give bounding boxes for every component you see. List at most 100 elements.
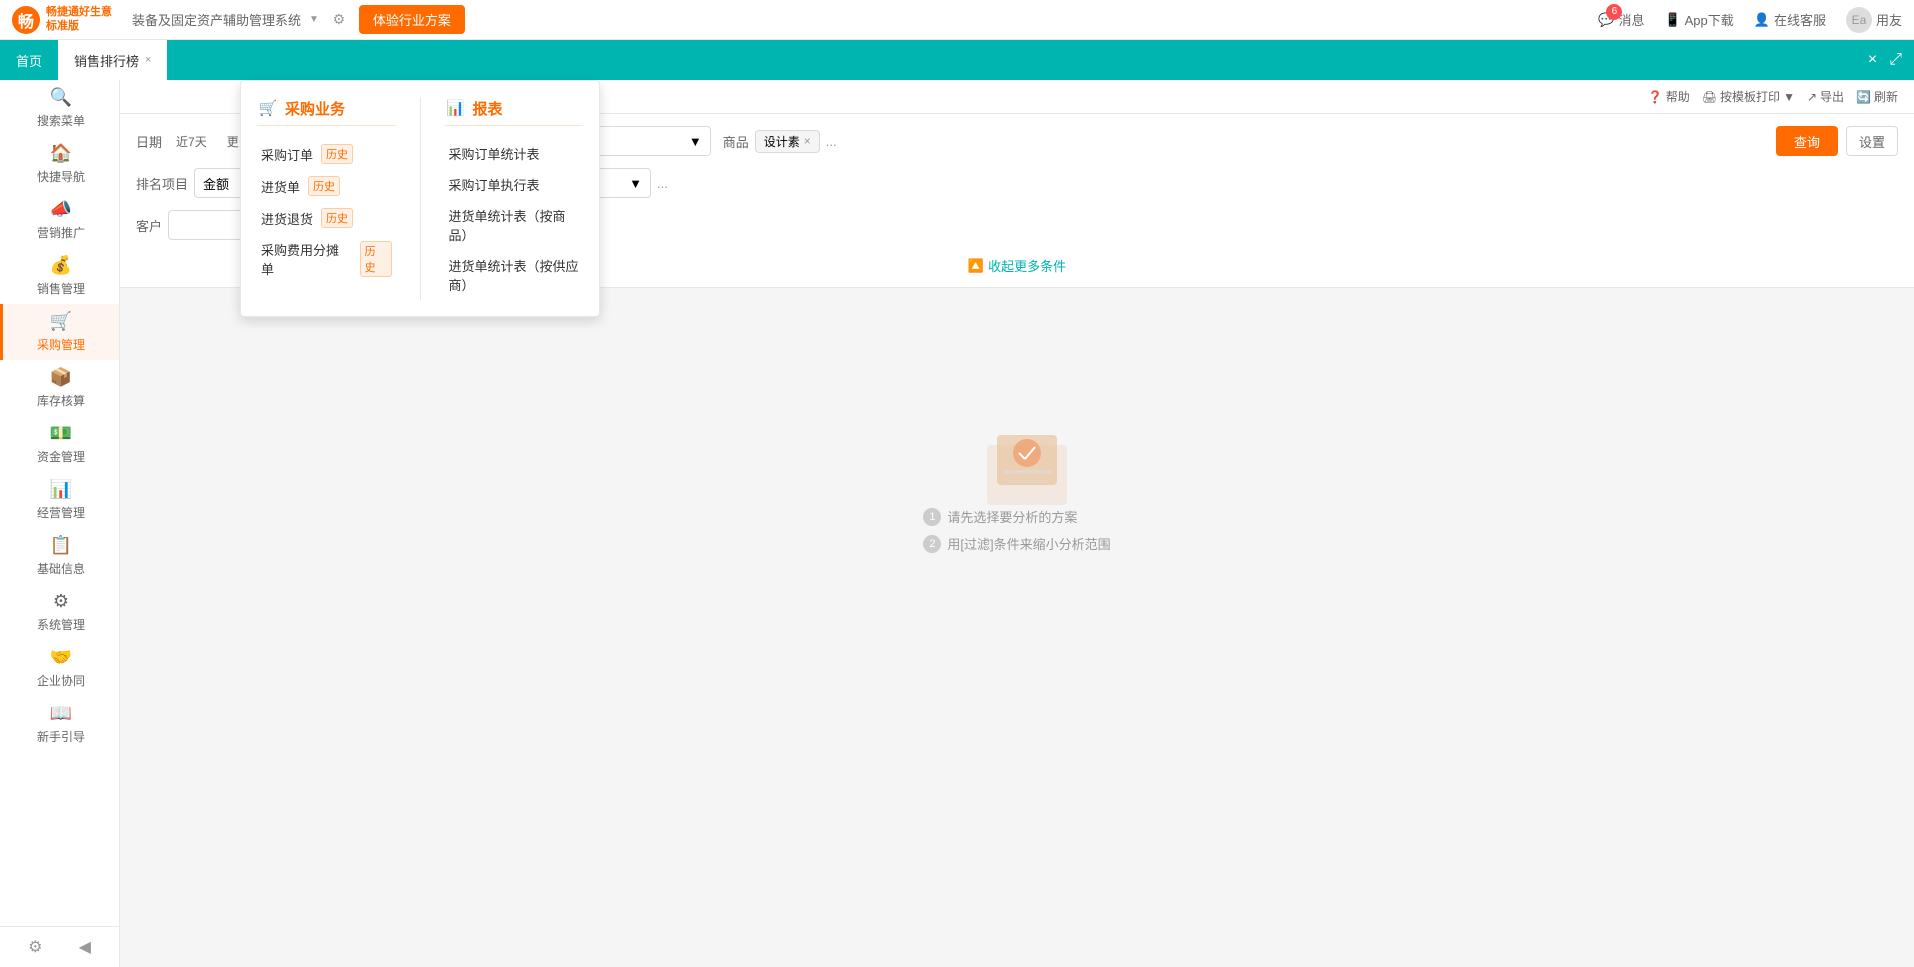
sidebar-collapse-btn[interactable]: ◀ (79, 937, 91, 957)
help-icon: ❓ (1648, 90, 1663, 104)
customer-label: 客户 (136, 216, 162, 235)
empty-text-list: 1 请先选择要分析的方案 2 用[过滤]条件来缩小分析范围 (923, 507, 1110, 561)
menu-item-purchase-expense[interactable]: 采购费用分摊单 历史 (257, 234, 396, 284)
sidebar-bottom: ⚙ ◀ (0, 926, 119, 967)
marketing-icon: 📣 (50, 199, 72, 220)
sidebar-item-nav[interactable]: 🏠 快捷导航 (0, 136, 119, 192)
system-icon: ⚙ (53, 591, 69, 612)
sidebar-settings-btn[interactable]: ⚙ (28, 937, 42, 957)
salesman-dropdown-icon: ▼ (629, 176, 642, 191)
industry-button[interactable]: 体验行业方案 (359, 5, 465, 34)
sidebar-item-search[interactable]: 🔍 搜索菜单 (0, 80, 119, 136)
status-dropdown-icon: ▼ (689, 134, 702, 149)
sidebar-item-basic[interactable]: 📋 基础信息 (0, 528, 119, 584)
tab-home[interactable]: 首页 (0, 40, 58, 80)
query-button[interactable]: 查询 (1776, 126, 1838, 156)
print-icon: 🖨 (1702, 90, 1717, 104)
goods-tag-close[interactable]: × (804, 134, 811, 148)
sidebar-label-search: 搜索菜单 (37, 112, 85, 129)
history-tag-2: 历史 (321, 208, 353, 228)
report-column-title: 📊 报表 (445, 97, 584, 126)
menu-divider (420, 97, 421, 300)
sidebar-item-system[interactable]: ⚙ 系统管理 (0, 584, 119, 640)
logo-icon: 畅 (12, 6, 40, 34)
service-icon: 👤 (1754, 12, 1770, 28)
tab-sales-rank[interactable]: 销售排行榜 × (58, 40, 167, 80)
rank-select-value: 金额 (203, 174, 229, 193)
rank-label: 排名项目 (136, 174, 188, 193)
window-close-icon[interactable]: × (1868, 51, 1877, 69)
report-col-icon: 📊 (445, 97, 467, 119)
gear-button[interactable]: ⚙ (327, 8, 351, 32)
logo-text: 畅捷通好生意 标准版 (46, 6, 112, 32)
menu-item-report-3[interactable]: 进货单统计表（按商品） (445, 200, 584, 250)
action-btns: 查询 设置 (1776, 126, 1898, 156)
empty-illustration (967, 415, 1067, 495)
app-download-item[interactable]: 📱 App下载 (1664, 10, 1733, 29)
sidebar-label-sales: 销售管理 (37, 280, 85, 297)
menu-item-report-1[interactable]: 采购订单统计表 (445, 138, 584, 169)
history-tag-0: 历史 (321, 144, 353, 164)
purchase-icon: 🛒 (50, 311, 72, 332)
history-tag-1: 历史 (308, 176, 340, 196)
refresh-icon: 🔄 (1856, 90, 1871, 104)
sidebar-item-finance[interactable]: 💵 资金管理 (0, 416, 119, 472)
salesman-ellipsis[interactable]: ... (657, 176, 668, 191)
logo-area: 畅 畅捷通好生意 标准版 (12, 6, 132, 34)
sidebar-item-inventory[interactable]: 📦 库存核算 (0, 360, 119, 416)
empty-tip-2: 2 用[过滤]条件来缩小分析范围 (923, 534, 1110, 553)
purchase-dropdown-menu: 🛒 采购业务 采购订单 历史 进货单 历史 进货退货 历史 采购费用分摊单 (240, 80, 600, 317)
tab-close-icon[interactable]: × (145, 54, 151, 66)
online-service-item[interactable]: 👤 在线客服 (1754, 10, 1826, 29)
purchase-column-title: 🛒 采购业务 (257, 97, 396, 126)
collapse-button[interactable]: 🔼 收起更多条件 (968, 256, 1066, 275)
home-icon: 🏠 (50, 143, 72, 164)
mobile-icon: 📱 (1664, 12, 1680, 28)
purchase-column: 🛒 采购业务 采购订单 历史 进货单 历史 进货退货 历史 采购费用分摊单 (257, 97, 396, 300)
empty-state: 1 请先选择要分析的方案 2 用[过滤]条件来缩小分析范围 (120, 288, 1914, 688)
goods-tags-area: 设计素 × (755, 130, 820, 153)
print-dropdown-icon[interactable]: ▼ (1783, 90, 1795, 104)
sidebar-item-purchase[interactable]: 🛒 采购管理 (0, 304, 119, 360)
sidebar-item-guide[interactable]: 📖 新手引导 (0, 696, 119, 752)
user-label: 用友 (1876, 10, 1902, 29)
toolbar-right: ❓ 帮助 🖨 按模板打印 ▼ ↗ 导出 🔄 刷新 (1648, 88, 1898, 105)
sidebar-label-guide: 新手引导 (37, 728, 85, 745)
tip-num-2: 2 (923, 535, 941, 553)
refresh-button[interactable]: 🔄 刷新 (1856, 88, 1898, 105)
history-tag-3: 历史 (360, 241, 392, 277)
help-button[interactable]: ❓ 帮助 (1648, 88, 1690, 105)
export-button[interactable]: ↗ 导出 (1807, 88, 1844, 105)
menu-item-purchase-order[interactable]: 采购订单 历史 (257, 138, 396, 170)
print-button[interactable]: 🖨 按模板打印 ▼ (1702, 88, 1795, 105)
report-column: 📊 报表 采购订单统计表 采购订单执行表 进货单统计表（按商品） 进货单统计表（… (445, 97, 584, 300)
sidebar-item-operation[interactable]: 📊 经营管理 (0, 472, 119, 528)
goods-ellipsis[interactable]: ... (826, 134, 837, 149)
menu-item-report-4[interactable]: 进货单统计表（按供应商） (445, 250, 584, 300)
collapse-icon: 🔼 (968, 258, 984, 274)
sidebar-item-marketing[interactable]: 📣 营销推广 (0, 192, 119, 248)
sidebar: 🔍 搜索菜单 🏠 快捷导航 📣 营销推广 💰 销售管理 🛒 采购管理 📦 库存核… (0, 80, 120, 967)
menu-item-stock-in[interactable]: 进货单 历史 (257, 170, 396, 202)
online-service-label: 在线客服 (1774, 10, 1826, 29)
sidebar-label-operation: 经营管理 (37, 504, 85, 521)
menu-item-stock-return[interactable]: 进货退货 历史 (257, 202, 396, 234)
settings-button[interactable]: 设置 (1846, 126, 1898, 156)
purchase-col-icon: 🛒 (257, 97, 279, 119)
notification-badge: 💬 6 (1598, 12, 1614, 28)
user-item[interactable]: Ea 用友 (1846, 7, 1902, 33)
date-quick-7days[interactable]: 近7天 (168, 131, 215, 152)
sidebar-item-sales[interactable]: 💰 销售管理 (0, 248, 119, 304)
sidebar-label-finance: 资金管理 (37, 448, 85, 465)
window-expand-icon[interactable]: ⤢ (1889, 51, 1902, 69)
avatar: Ea (1846, 7, 1872, 33)
notification-item[interactable]: 💬 6 消息 (1598, 10, 1644, 29)
goods-tag: 设计素 × (755, 130, 820, 153)
content-area: ❓ 帮助 🖨 按模板打印 ▼ ↗ 导出 🔄 刷新 (120, 80, 1914, 967)
sidebar-item-enterprise[interactable]: 🤝 企业协同 (0, 640, 119, 696)
menu-item-report-2[interactable]: 采购订单执行表 (445, 169, 584, 200)
system-dropdown-icon[interactable]: ▼ (309, 14, 319, 25)
operation-icon: 📊 (50, 479, 72, 500)
sidebar-label-system: 系统管理 (37, 616, 85, 633)
sales-icon: 💰 (50, 255, 72, 276)
